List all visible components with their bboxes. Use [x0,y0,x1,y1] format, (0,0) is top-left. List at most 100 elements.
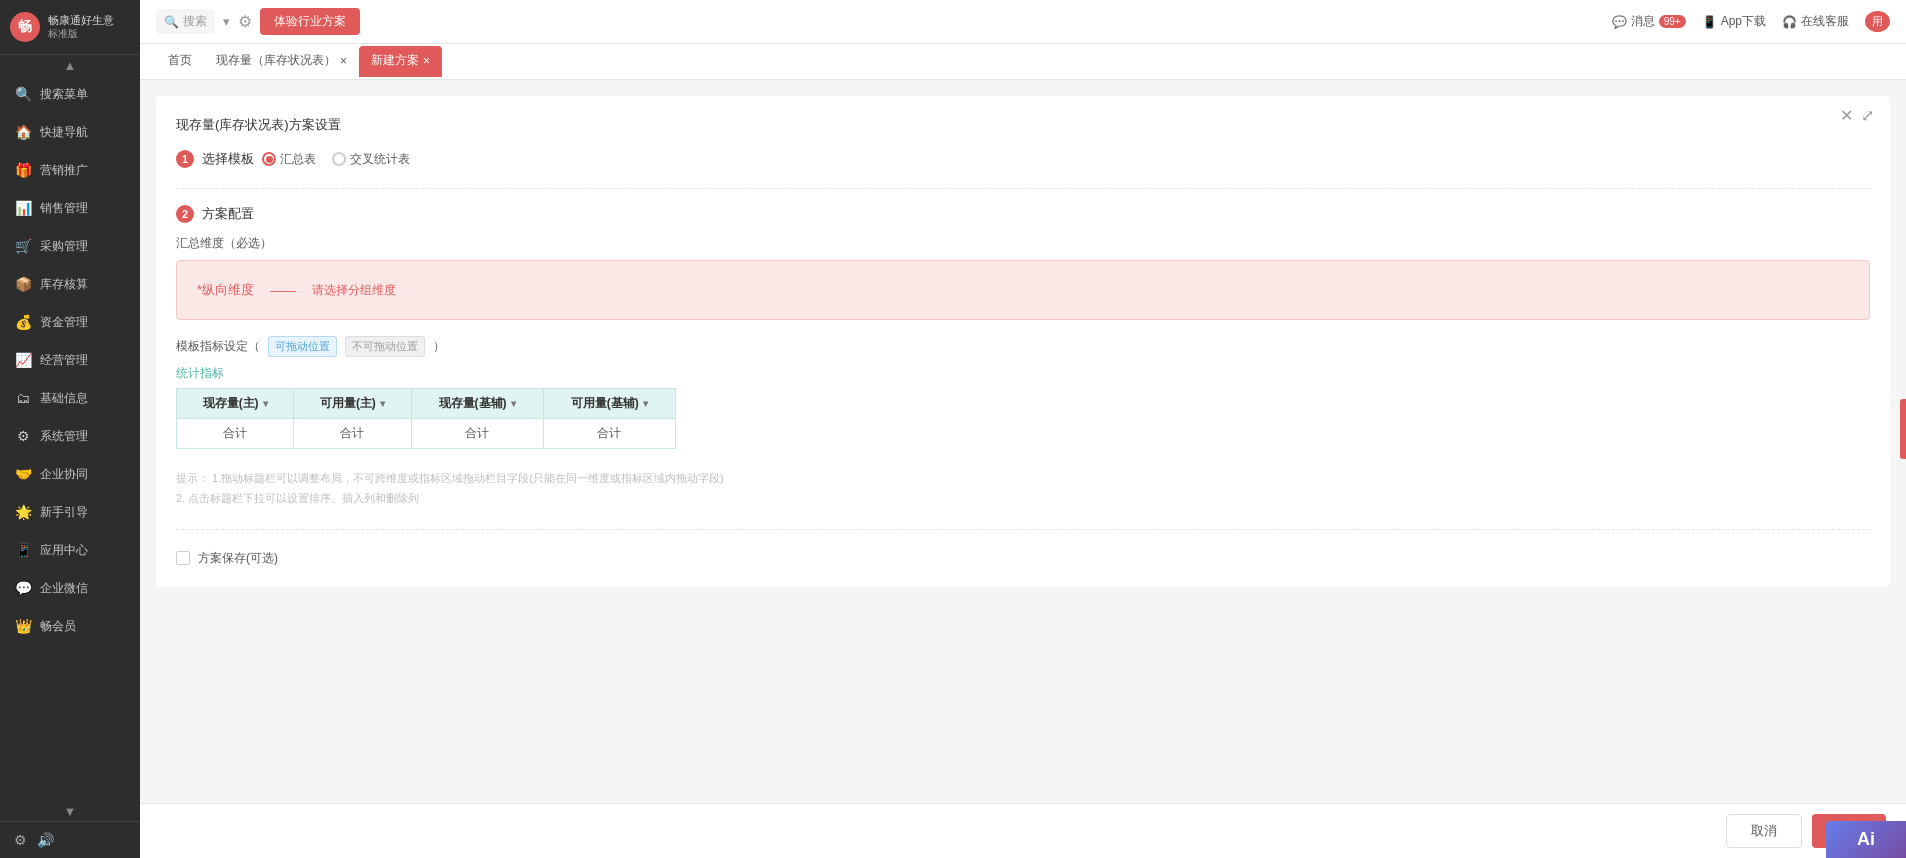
tab-inventory-status[interactable]: 现存量（库存状况表） × [204,46,359,77]
settings-panel: ✕ ⤢ 现存量(库存状况表)方案设置 1 选择模板 汇总表 [156,96,1890,587]
app-name: 畅康通好生意 [48,13,114,27]
settings-topbar-icon[interactable]: ⚙ [238,12,252,31]
col-header-1[interactable]: 现存量(主) ▾ [177,389,294,419]
ai-badge[interactable]: Ai [1826,821,1906,858]
tab-new-plan[interactable]: 新建方案 × [359,46,442,77]
sidebar-item-label: 资金管理 [40,314,88,331]
message-icon: 💬 [1612,15,1627,29]
industry-solution-button[interactable]: 体验行业方案 [260,8,360,35]
radio-cross-label: 交叉统计表 [350,151,410,168]
user-avatar[interactable]: 用 [1865,11,1890,32]
tab-inventory-close[interactable]: × [340,54,347,68]
col-header-2[interactable]: 可用量(主) ▾ [294,389,411,419]
app-center-icon: 📱 [14,541,32,559]
indicator-label-suffix: ） [433,338,445,355]
dimension-row: *纵向维度 —— 请选择分组维度 [197,281,1849,299]
col-header-3[interactable]: 现存量(基辅) ▾ [411,389,543,419]
bottom-bar: 取消 查询 [140,803,1906,858]
search-bar[interactable]: 🔍 搜索 [156,9,215,34]
app-download-item[interactable]: 📱 App下载 [1702,13,1766,30]
col-header-4-label: 可用量(基辅) [571,395,639,412]
sidebar-item-sales[interactable]: 📊 销售管理 [0,189,140,227]
settings-icon[interactable]: ⚙ [14,832,27,848]
sidebar-item-basic-info[interactable]: 🗂 基础信息 [0,379,140,417]
step2-badge: 2 [176,205,194,223]
col-header-4[interactable]: 可用量(基辅) ▾ [543,389,675,419]
vertical-dimension-label: *纵向维度 [197,281,254,299]
radio-summary[interactable]: 汇总表 [262,151,316,168]
sidebar-item-label: 快捷导航 [40,124,88,141]
message-item[interactable]: 💬 消息 99+ [1612,13,1686,30]
sidebar-scroll-down[interactable]: ▼ [0,801,140,821]
radio-cross[interactable]: 交叉统计表 [332,151,410,168]
sidebar-item-label: 销售管理 [40,200,88,217]
cancel-button[interactable]: 取消 [1726,814,1802,848]
step2-section: 2 方案配置 汇总维度（必选） *纵向维度 —— 请选择分组维度 [176,205,1870,509]
tab-home-label: 首页 [168,52,192,69]
dropdown-icon[interactable]: ▾ [223,14,230,29]
tab-new-plan-close[interactable]: × [423,54,430,68]
customer-service-label: 在线客服 [1801,13,1849,30]
sales-icon: 📊 [14,199,32,217]
sidebar-item-app-center[interactable]: 📱 应用中心 [0,531,140,569]
search-icon: 🔍 [164,15,179,29]
sidebar-scroll-up[interactable]: ▲ [0,55,140,75]
sidebar-item-enterprise-wechat[interactable]: 💬 企业微信 [0,569,140,607]
audio-icon[interactable]: 🔊 [37,832,54,848]
topbar-right: 💬 消息 99+ 📱 App下载 🎧 在线客服 用 [1612,11,1890,32]
col-3-chevron[interactable]: ▾ [511,398,516,409]
sidebar-item-inventory[interactable]: 📦 库存核算 [0,265,140,303]
dimension-placeholder: 请选择分组维度 [312,282,396,299]
sidebar-item-label: 经营管理 [40,352,88,369]
panel-close-button[interactable]: ✕ [1840,106,1853,125]
finance-icon: 💰 [14,313,32,331]
message-label: 消息 [1631,13,1655,30]
step1-title: 选择模板 [202,150,254,168]
customer-service-icon: 🎧 [1782,15,1797,29]
col-header-1-label: 现存量(主) [203,395,259,412]
basic-info-icon: 🗂 [14,389,32,407]
sidebar-item-label: 应用中心 [40,542,88,559]
tab-inventory-label: 现存量（库存状况表） [216,52,336,69]
panel-expand-button[interactable]: ⤢ [1861,106,1874,125]
sidebar-item-sys-mgmt[interactable]: ⚙ 系统管理 [0,417,140,455]
sidebar-item-enterprise[interactable]: 🤝 企业协同 [0,455,140,493]
col-1-chevron[interactable]: ▾ [263,398,268,409]
shortcut-nav-icon: 🏠 [14,123,32,141]
panel-controls: ✕ ⤢ [1840,106,1874,125]
cell-2: 合计 [294,419,411,449]
step1-header: 1 选择模板 汇总表 交叉统计表 [176,150,1870,168]
col-2-chevron[interactable]: ▾ [380,398,385,409]
search-menu-icon: 🔍 [14,85,32,103]
app-download-icon: 📱 [1702,15,1717,29]
col-header-2-label: 可用量(主) [320,395,376,412]
save-checkbox[interactable] [176,551,190,565]
step1-badge: 1 [176,150,194,168]
sidebar-item-label: 企业微信 [40,580,88,597]
stats-section: 统计指标 现存量(主) ▾ [176,365,1870,449]
dimension-dash: —— [270,283,296,298]
sidebar-item-purchase[interactable]: 🛒 采购管理 [0,227,140,265]
sidebar-item-search-menu[interactable]: 🔍 搜索菜单 [0,75,140,113]
ops-icon: 📈 [14,351,32,369]
sidebar-item-new-guide[interactable]: 🌟 新手引导 [0,493,140,531]
sidebar-item-ops[interactable]: 📈 经营管理 [0,341,140,379]
col-4-chevron[interactable]: ▾ [643,398,648,409]
sys-mgmt-icon: ⚙ [14,427,32,445]
sidebar-item-member[interactable]: 👑 畅会员 [0,607,140,645]
sidebar-item-shortcut-nav[interactable]: 🏠 快捷导航 [0,113,140,151]
avatar-icon: 用 [1865,11,1890,32]
app-edition: 标准版 [48,27,114,41]
sidebar-item-label: 基础信息 [40,390,88,407]
tip-line-1: 提示： 1.拖动标题栏可以调整布局，不可跨维度或指标区域拖动栏目字段(只能在同一… [176,469,1870,489]
content-area: ✕ ⤢ 现存量(库存状况表)方案设置 1 选择模板 汇总表 [140,80,1906,803]
dimension-required-label: 汇总维度（必选） [176,235,1870,252]
sidebar-item-marketing[interactable]: 🎁 营销推广 [0,151,140,189]
new-guide-icon: 🌟 [14,503,32,521]
tab-home[interactable]: 首页 [156,46,204,77]
cell-4: 合计 [543,419,675,449]
member-icon: 👑 [14,617,32,635]
sidebar-item-finance[interactable]: 💰 资金管理 [0,303,140,341]
sidebar-item-label: 搜索菜单 [40,86,88,103]
customer-service-item[interactable]: 🎧 在线客服 [1782,13,1849,30]
